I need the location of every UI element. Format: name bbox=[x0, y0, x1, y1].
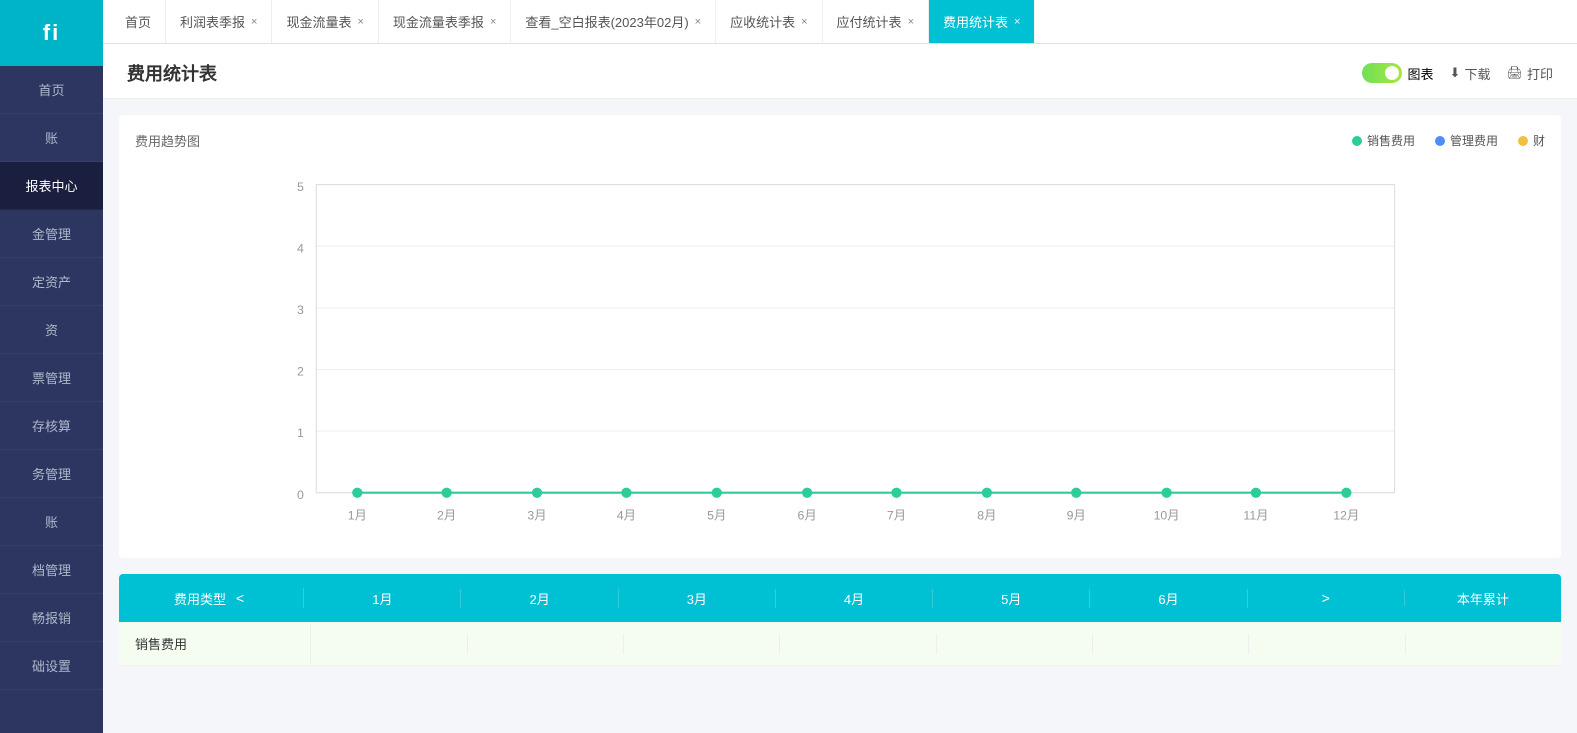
th-ytd: 本年累计 bbox=[1405, 589, 1561, 608]
sidebar-item-sales[interactable]: 畅报销 bbox=[0, 594, 103, 642]
tab-blank-report[interactable]: 查看_空白报表(2023年02月) × bbox=[511, 0, 716, 44]
nav-next-button[interactable]: > bbox=[1318, 588, 1334, 608]
tab-payable-stat[interactable]: 应付统计表 × bbox=[823, 0, 929, 44]
sidebar-item-fund[interactable]: 金管理 bbox=[0, 210, 103, 258]
svg-text:9月: 9月 bbox=[1067, 508, 1086, 522]
chart-area: 5 4 3 2 1 0 1月 2月 bbox=[135, 162, 1545, 542]
th-m5: 5月 bbox=[933, 589, 1090, 608]
legend-dot-finance bbox=[1518, 136, 1528, 146]
th-m2: 2月 bbox=[461, 589, 618, 608]
tab-bar: 首页 利润表季报 × 现金流量表 × 现金流量表季报 × 查看_空白报表(202… bbox=[103, 0, 1577, 44]
td-ytd bbox=[1406, 634, 1561, 654]
legend-admin-expense: 管理费用 bbox=[1435, 132, 1498, 149]
main-area: 首页 利润表季报 × 现金流量表 × 现金流量表季报 × 查看_空白报表(202… bbox=[103, 0, 1577, 733]
page-title: 费用统计表 bbox=[127, 60, 217, 86]
sidebar-item-report-center[interactable]: 报表中心 bbox=[0, 162, 103, 210]
svg-text:3: 3 bbox=[297, 303, 304, 317]
chart-toggle-wrap: 图表 bbox=[1362, 63, 1434, 83]
svg-text:1: 1 bbox=[297, 426, 304, 440]
chart-header: 费用趋势图 销售费用 管理费用 财 bbox=[135, 131, 1545, 150]
table-row: 销售费用 bbox=[119, 622, 1561, 666]
svg-text:10月: 10月 bbox=[1154, 508, 1180, 522]
sidebar-item-inventory[interactable]: 存核算 bbox=[0, 402, 103, 450]
legend-label-finance: 财 bbox=[1533, 132, 1545, 149]
svg-text:4月: 4月 bbox=[617, 508, 636, 522]
svg-text:6月: 6月 bbox=[798, 508, 817, 522]
legend-label-sales: 销售费用 bbox=[1367, 132, 1415, 149]
td-m6 bbox=[1093, 634, 1249, 654]
tab-expense[interactable]: 费用统计表 × bbox=[929, 0, 1035, 44]
svg-text:2: 2 bbox=[297, 365, 304, 379]
sidebar-item-account[interactable]: 账 bbox=[0, 114, 103, 162]
td-m4 bbox=[780, 634, 936, 654]
th-m1: 1月 bbox=[304, 589, 461, 608]
svg-text:12月: 12月 bbox=[1333, 508, 1359, 522]
svg-text:2月: 2月 bbox=[437, 508, 456, 522]
header-actions: 图表 ⬇ 下载 🖨 打印 bbox=[1362, 63, 1553, 83]
legend-sales-expense: 销售费用 bbox=[1352, 132, 1415, 149]
chart-section: 费用趋势图 销售费用 管理费用 财 bbox=[119, 115, 1561, 558]
line-chart-svg: 5 4 3 2 1 0 1月 2月 bbox=[135, 162, 1545, 542]
legend-dot-admin bbox=[1435, 136, 1445, 146]
chart-toggle-label: 图表 bbox=[1408, 64, 1434, 83]
download-button[interactable]: ⬇ 下载 bbox=[1450, 64, 1491, 83]
svg-text:11月: 11月 bbox=[1243, 508, 1268, 522]
tab-close-cashflow-quarter[interactable]: × bbox=[490, 16, 496, 28]
tab-close-cashflow[interactable]: × bbox=[357, 16, 363, 28]
chart-toggle[interactable] bbox=[1362, 63, 1402, 83]
expense-table: 费用类型 < 1月 2月 3月 4月 5月 6月 > 本年累计 销售费用 bbox=[119, 574, 1561, 666]
td-m2 bbox=[468, 634, 624, 654]
legend-dot-sales bbox=[1352, 136, 1362, 146]
chart-title: 费用趋势图 bbox=[135, 131, 200, 150]
chart-legend: 销售费用 管理费用 财 bbox=[1352, 132, 1545, 149]
nav-prev-button[interactable]: < bbox=[232, 588, 248, 608]
sidebar-item-fixed-assets[interactable]: 定资产 bbox=[0, 258, 103, 306]
tab-receivable[interactable]: 应收统计表 × bbox=[716, 0, 822, 44]
sidebar-item-archive[interactable]: 档管理 bbox=[0, 546, 103, 594]
tab-profit[interactable]: 利润表季报 × bbox=[166, 0, 272, 44]
svg-text:5: 5 bbox=[297, 180, 304, 194]
svg-text:7月: 7月 bbox=[887, 508, 906, 522]
svg-text:0: 0 bbox=[297, 488, 304, 502]
tab-close-payable-stat[interactable]: × bbox=[908, 16, 914, 28]
td-m7 bbox=[1249, 634, 1405, 654]
tab-close-profit[interactable]: × bbox=[251, 16, 257, 28]
tab-cashflow-quarter[interactable]: 现金流量表季报 × bbox=[379, 0, 511, 44]
th-m3: 3月 bbox=[619, 589, 776, 608]
svg-text:5月: 5月 bbox=[707, 508, 726, 522]
print-button[interactable]: 🖨 打印 bbox=[1506, 64, 1553, 83]
svg-text:8月: 8月 bbox=[977, 508, 996, 522]
table-header: 费用类型 < 1月 2月 3月 4月 5月 6月 > 本年累计 bbox=[119, 574, 1561, 622]
sidebar-item-home[interactable]: 首页 bbox=[0, 66, 103, 114]
th-m6: 6月 bbox=[1090, 589, 1247, 608]
content-area: 费用统计表 图表 ⬇ 下载 🖨 打印 费用趋势图 bbox=[103, 44, 1577, 733]
tab-cashflow[interactable]: 现金流量表 × bbox=[272, 0, 378, 44]
td-type: 销售费用 bbox=[119, 624, 311, 663]
sidebar-item-payable[interactable]: 账 bbox=[0, 498, 103, 546]
td-m3 bbox=[624, 634, 780, 654]
tab-close-blank-report[interactable]: × bbox=[695, 16, 701, 28]
app-logo: fi bbox=[0, 0, 103, 66]
tab-home[interactable]: 首页 bbox=[111, 0, 166, 44]
td-m1 bbox=[311, 634, 467, 654]
svg-text:4: 4 bbox=[297, 241, 304, 255]
svg-text:1月: 1月 bbox=[348, 508, 367, 522]
td-m5 bbox=[937, 634, 1093, 654]
sidebar-item-investment[interactable]: 资 bbox=[0, 306, 103, 354]
th-m4: 4月 bbox=[776, 589, 933, 608]
th-type: 费用类型 < bbox=[119, 588, 304, 608]
sidebar-item-service[interactable]: 务管理 bbox=[0, 450, 103, 498]
page-header: 费用统计表 图表 ⬇ 下载 🖨 打印 bbox=[103, 44, 1577, 99]
sidebar-item-settings[interactable]: 础设置 bbox=[0, 642, 103, 690]
th-nav-next: > bbox=[1248, 590, 1405, 606]
download-icon: ⬇ bbox=[1450, 65, 1461, 81]
sidebar: fi 首页 账 报表中心 金管理 定资产 资 票管理 存核算 务管理 账 档管理… bbox=[0, 0, 103, 733]
legend-label-admin: 管理费用 bbox=[1450, 132, 1498, 149]
svg-text:3月: 3月 bbox=[527, 508, 546, 522]
legend-finance-expense: 财 bbox=[1518, 132, 1545, 149]
tab-close-expense[interactable]: × bbox=[1014, 16, 1020, 28]
print-icon: 🖨 bbox=[1506, 65, 1523, 81]
tab-close-receivable[interactable]: × bbox=[801, 16, 807, 28]
sidebar-item-invoice[interactable]: 票管理 bbox=[0, 354, 103, 402]
